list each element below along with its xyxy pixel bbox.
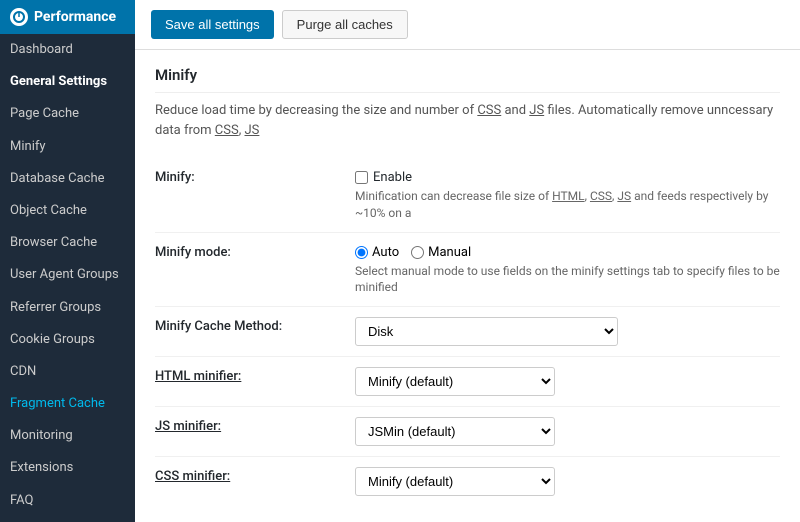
save-all-settings-button[interactable]: Save all settings	[151, 10, 274, 39]
main-content: Save all settings Purge all caches Minif…	[135, 0, 800, 522]
minify-mode-manual-option[interactable]: Manual	[411, 245, 471, 260]
js-minifier-label: JS minifier:	[155, 407, 355, 457]
minify-enable-label: Minify:	[155, 158, 355, 232]
minify-enable-checkbox-label: Enable	[373, 170, 412, 185]
css-code-2: CSS	[215, 123, 239, 138]
sidebar-item-page-cache[interactable]: Page Cache	[0, 98, 135, 130]
html-minifier-select[interactable]: Minify (default) Disabled	[355, 367, 555, 396]
section-title: Minify	[155, 66, 780, 93]
sidebar-item-cdn[interactable]: CDN	[0, 356, 135, 388]
minify-cache-method-field: Disk Memory (Memcached) Opcode: Alternat…	[355, 307, 780, 357]
sidebar-item-general-settings[interactable]: General Settings	[0, 66, 135, 98]
sidebar-title: Performance	[34, 9, 116, 25]
sidebar-item-minify[interactable]: Minify	[0, 131, 135, 163]
sidebar-item-monitoring[interactable]: Monitoring	[0, 420, 135, 452]
minify-mode-label: Minify mode:	[155, 232, 355, 307]
settings-table: Minify: Enable Minification can decrease…	[155, 158, 780, 506]
js-minifier-field: JSMin (default) Minify Disabled	[355, 407, 780, 457]
css-minifier-select[interactable]: Minify (default) YUI Compressor Disabled	[355, 467, 555, 496]
css-code-1: CSS	[477, 103, 501, 118]
top-bar: Save all settings Purge all caches	[135, 0, 800, 50]
html-minifier-row: HTML minifier: Minify (default) Disabled	[155, 357, 780, 407]
minify-enable-field: Enable Minification can decrease file si…	[355, 158, 780, 232]
minify-enable-checkbox[interactable]	[355, 171, 368, 184]
html-minifier-field: Minify (default) Disabled	[355, 357, 780, 407]
minify-mode-auto-option[interactable]: Auto	[355, 245, 399, 260]
sidebar-item-referrer-groups[interactable]: Referrer Groups	[0, 292, 135, 324]
content-area: Minify Reduce load time by decreasing th…	[135, 50, 800, 522]
minify-mode-manual-radio[interactable]	[411, 246, 424, 259]
section-description: Reduce load time by decreasing the size …	[155, 101, 780, 140]
minify-mode-auto-radio[interactable]	[355, 246, 368, 259]
js-code-1: JS	[529, 103, 544, 118]
minify-mode-row: Minify mode: Auto Manual	[155, 232, 780, 307]
minify-mode-desc: Select manual mode to use fields on the …	[355, 263, 780, 297]
sidebar-item-extensions[interactable]: Extensions	[0, 452, 135, 484]
sidebar-item-database-cache[interactable]: Database Cache	[0, 163, 135, 195]
sidebar-item-cookie-groups[interactable]: Cookie Groups	[0, 324, 135, 356]
js-minifier-select[interactable]: JSMin (default) Minify Disabled	[355, 417, 555, 446]
sidebar: Performance DashboardGeneral SettingsPag…	[0, 0, 135, 522]
sidebar-item-object-cache[interactable]: Object Cache	[0, 195, 135, 227]
css-minifier-row: CSS minifier: Minify (default) YUI Compr…	[155, 457, 780, 507]
minify-cache-method-label: Minify Cache Method:	[155, 307, 355, 357]
minify-enable-row: Minify: Enable Minification can decrease…	[155, 158, 780, 232]
minify-cache-method-row: Minify Cache Method: Disk Memory (Memcac…	[155, 307, 780, 357]
minify-enable-desc: Minification can decrease file size of H…	[355, 188, 780, 222]
sidebar-header: Performance	[0, 0, 135, 34]
sidebar-item-browser-cache[interactable]: Browser Cache	[0, 227, 135, 259]
html-minifier-label: HTML minifier:	[155, 357, 355, 407]
sidebar-item-faq[interactable]: FAQ	[0, 485, 135, 517]
minify-mode-auto-label: Auto	[372, 245, 399, 260]
sidebar-item-user-agent-groups[interactable]: User Agent Groups	[0, 259, 135, 291]
js-minifier-row: JS minifier: JSMin (default) Minify Disa…	[155, 407, 780, 457]
sidebar-item-support[interactable]: Support	[0, 517, 135, 522]
minify-mode-manual-label: Manual	[428, 245, 471, 260]
js-code-2: JS	[245, 123, 260, 138]
css-minifier-field: Minify (default) YUI Compressor Disabled	[355, 457, 780, 507]
sidebar-item-fragment-cache[interactable]: Fragment Cache	[0, 388, 135, 420]
minify-cache-method-select[interactable]: Disk Memory (Memcached) Opcode: Alternat…	[355, 317, 618, 346]
sidebar-nav: DashboardGeneral SettingsPage CacheMinif…	[0, 34, 135, 522]
sidebar-item-dashboard[interactable]: Dashboard	[0, 34, 135, 66]
minify-mode-field: Auto Manual Select manual mode to use fi…	[355, 232, 780, 307]
performance-logo-icon	[10, 8, 28, 26]
purge-all-caches-button[interactable]: Purge all caches	[282, 10, 408, 39]
css-minifier-label: CSS minifier:	[155, 457, 355, 507]
